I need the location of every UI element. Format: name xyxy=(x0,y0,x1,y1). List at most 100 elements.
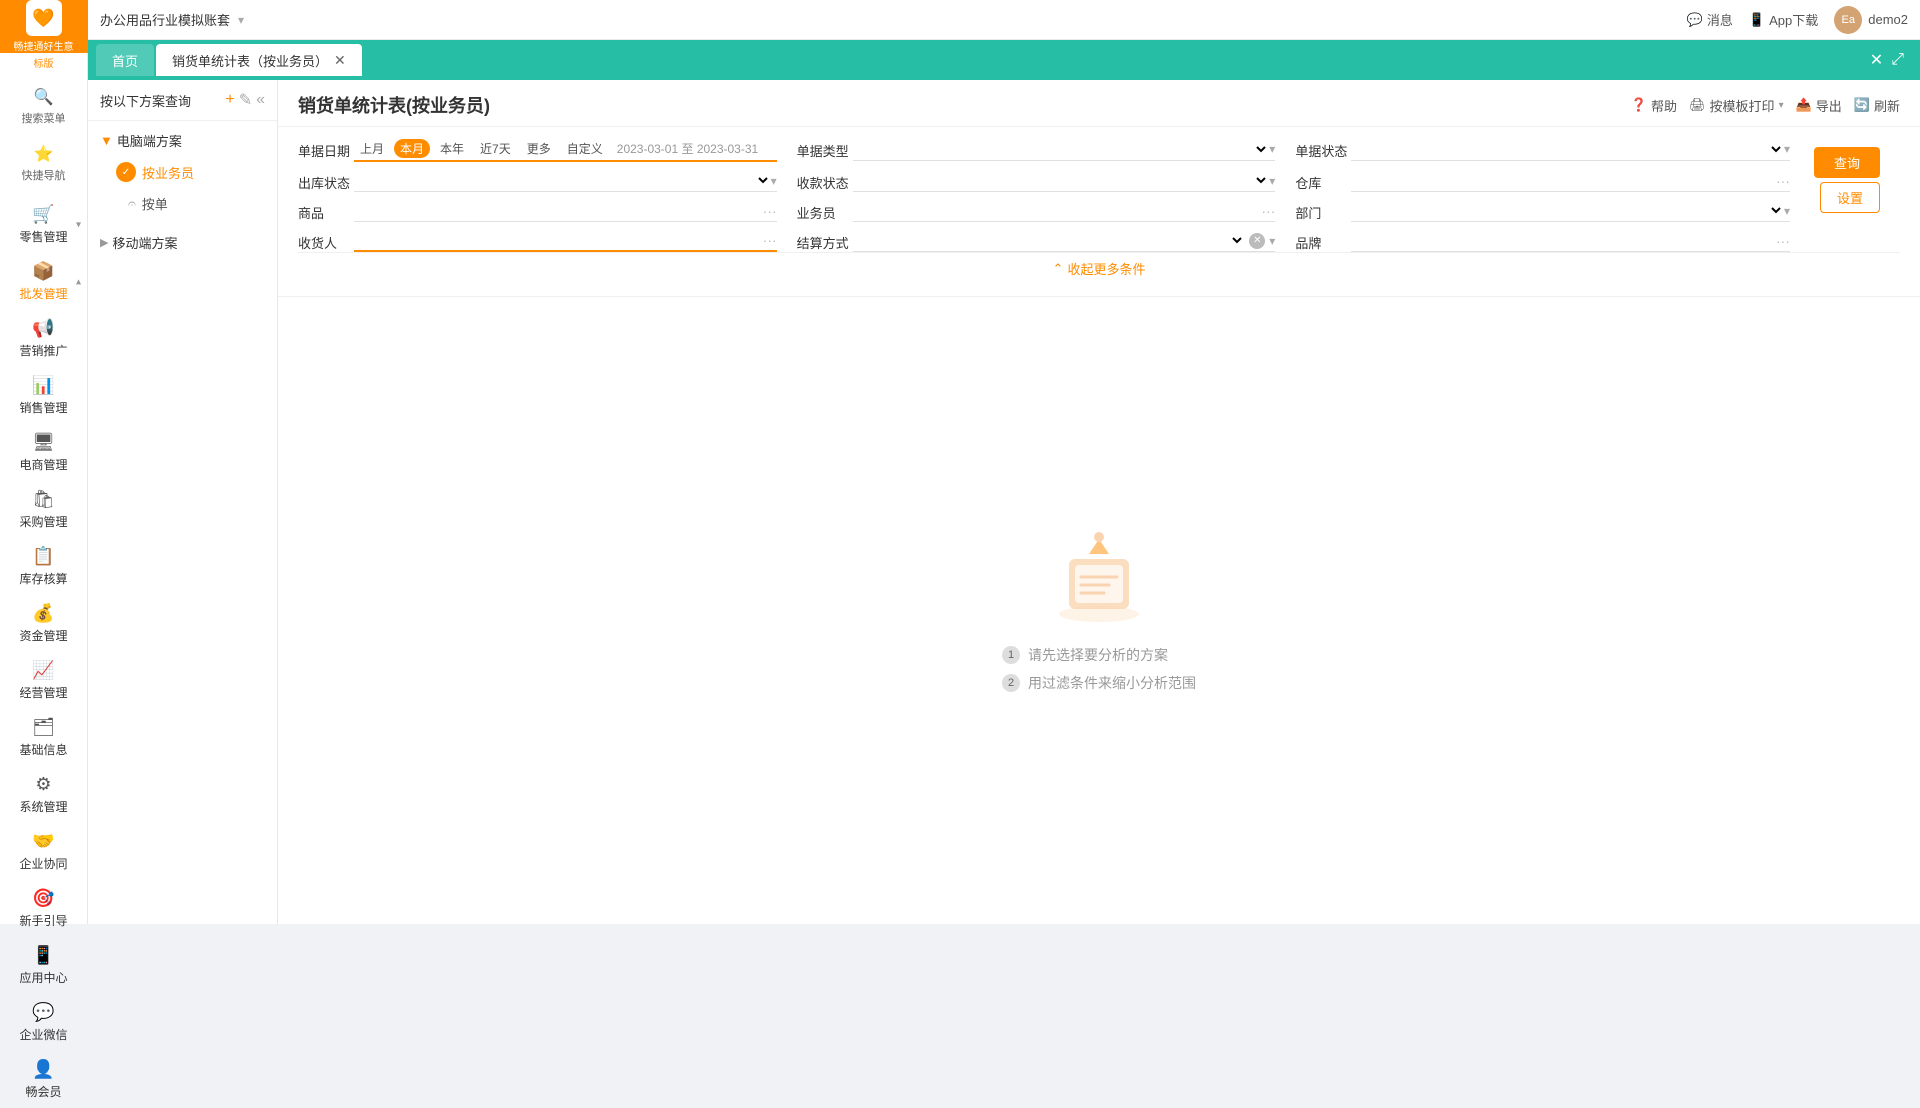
scheme-collapse-icon[interactable]: « xyxy=(256,91,265,109)
sales-stats-tab-label: 销货单统计表（按业务员） xyxy=(172,51,328,70)
sidebar-item-sales[interactable]: 📊 销售管理 xyxy=(0,367,87,424)
empty-tips: 1 请先选择要分析的方案 2 用过滤条件来缩小分析范围 xyxy=(1002,645,1196,693)
out-status-arrow: ▾ xyxy=(771,174,777,188)
sidebar-item-guide[interactable]: 🎯 新手引导 xyxy=(0,880,87,937)
warehouse-dots[interactable]: ··· xyxy=(1776,173,1790,189)
scheme-edit-icon[interactable]: ✎ xyxy=(239,90,252,110)
receiver-dots[interactable]: ··· xyxy=(763,232,777,248)
sidebar-item-basic[interactable]: 🗂 基础信息 xyxy=(0,709,87,766)
order-status-field: ▾ xyxy=(1351,141,1790,161)
filter-cell-date: 单据日期 上月 本月 本年 近7天 更多 自定义 xyxy=(298,139,797,162)
user-profile[interactable]: Ea demo2 xyxy=(1834,6,1908,34)
print-btn[interactable]: 🖨 按模板打印 ▾ xyxy=(1689,96,1784,115)
help-btn[interactable]: ❓ 帮助 xyxy=(1631,96,1677,115)
order-type-select[interactable] xyxy=(853,141,1270,158)
pay-status-select[interactable] xyxy=(853,172,1270,189)
sidebar-item-inventory[interactable]: 📋 库存核算 xyxy=(0,538,87,595)
tab-expand-icon[interactable]: ⤢ xyxy=(1891,51,1904,69)
tab-close-icon[interactable]: ✕ xyxy=(334,52,346,69)
goods-input[interactable] xyxy=(354,203,763,218)
filter-cell-out-status: 出库状态 ▾ xyxy=(298,172,797,192)
brand-dots[interactable]: ··· xyxy=(1776,233,1790,249)
scheme-item-by-order[interactable]: 𝄐 按单 xyxy=(88,188,277,219)
app-download-label: App下载 xyxy=(1769,10,1818,29)
order-status-select[interactable] xyxy=(1351,141,1784,158)
scheme-sub-icon: 𝄐 xyxy=(128,195,136,212)
salesperson-dots[interactable]: ··· xyxy=(1261,203,1275,219)
scheme-add-icon[interactable]: + xyxy=(225,91,234,109)
print-dropdown-icon: ▾ xyxy=(1779,100,1784,111)
message-btn[interactable]: 💬 消息 xyxy=(1687,10,1733,29)
out-status-label: 出库状态 xyxy=(298,173,354,192)
brand-field: ··· xyxy=(1351,233,1790,252)
sidebar-item-label16: 畅会员 xyxy=(25,1083,61,1100)
sidebar-quick-nav[interactable]: ⭐ 快捷导航 xyxy=(0,136,87,188)
home-tab-label: 首页 xyxy=(112,51,138,70)
sidebar-item-wholesale[interactable]: 📦 批发管理 ▴ xyxy=(0,253,87,310)
settle-select[interactable] xyxy=(853,232,1246,249)
sidebar-item-corp[interactable]: 🤝 企业协同 xyxy=(0,823,87,880)
date-tab-more[interactable]: 更多 xyxy=(521,139,557,158)
goods-dots[interactable]: ··· xyxy=(763,203,777,219)
dept-arrow: ▾ xyxy=(1784,204,1790,218)
sidebar-item-operation[interactable]: 📈 经营管理 xyxy=(0,652,87,709)
sidebar-item-marketing[interactable]: 📢 营销推广 xyxy=(0,310,87,367)
tab-home[interactable]: 首页 xyxy=(96,44,154,76)
settings-button[interactable]: 设置 xyxy=(1820,182,1880,213)
guide-icon: 🎯 xyxy=(32,888,54,909)
tab-close-all-icon[interactable]: ✕ xyxy=(1870,50,1883,70)
filter-cell-order-type: 单据类型 ▾ xyxy=(797,139,1296,162)
pay-status-arrow: ▾ xyxy=(1269,174,1275,188)
warehouse-input[interactable] xyxy=(1351,173,1776,188)
sidebar-item-finance[interactable]: 💰 资金管理 xyxy=(0,595,87,652)
scheme-group-pc-title[interactable]: ▼ 电脑端方案 xyxy=(88,125,277,156)
message-label: 消息 xyxy=(1707,10,1733,29)
query-title: 销货单统计表(按业务员) xyxy=(298,92,490,118)
settle-clear-btn[interactable]: ✕ xyxy=(1249,233,1265,249)
breadcrumb-dropdown[interactable]: ▾ xyxy=(238,13,244,27)
pay-status-field: ▾ xyxy=(853,172,1276,192)
search-icon: 🔍 xyxy=(34,87,54,107)
sidebar-item-label12: 企业协同 xyxy=(19,855,67,872)
date-tab-custom[interactable]: 自定义 xyxy=(561,139,609,158)
tabs-actions: ✕ ⤢ xyxy=(1870,50,1912,70)
sidebar-item-appcenter[interactable]: 📱 应用中心 xyxy=(0,937,87,994)
export-btn[interactable]: 📤 导出 xyxy=(1796,96,1842,115)
collapse-bar[interactable]: ⌃ 收起更多条件 xyxy=(298,252,1900,284)
date-tab-7days[interactable]: 近7天 xyxy=(474,139,517,158)
refresh-btn[interactable]: 🔄 刷新 xyxy=(1854,96,1900,115)
filter-row-2: 出库状态 ▾ 收款状态 ▾ xyxy=(298,172,1794,192)
filter-cell-salesperson: 业务员 ··· xyxy=(797,202,1296,222)
sidebar-item-retail[interactable]: 🛒 零售管理 ▾ xyxy=(0,196,87,253)
app-download-btn[interactable]: 📱 App下载 xyxy=(1749,10,1818,29)
scheme-group-mobile-title[interactable]: ▶ 移动端方案 xyxy=(88,227,277,258)
sidebar-item-purchase[interactable]: 🛍 采购管理 xyxy=(0,481,87,538)
sidebar-item-label15: 企业微信 xyxy=(19,1026,67,1043)
date-tab-current-month[interactable]: 本月 xyxy=(394,139,430,158)
out-status-select[interactable] xyxy=(354,172,771,189)
date-range-text: 2023-03-01 至 2023-03-31 xyxy=(617,140,758,157)
sidebar-item-system[interactable]: ⚙ 系统管理 xyxy=(0,766,87,823)
app-subtitle: 标版 xyxy=(34,53,54,74)
filter-cell-pay-status: 收款状态 ▾ xyxy=(797,172,1296,192)
warehouse-field: ··· xyxy=(1351,173,1790,192)
date-tab-current-year[interactable]: 本年 xyxy=(434,139,470,158)
tip-num-1: 1 xyxy=(1002,646,1020,664)
sidebar-item-wechat[interactable]: 💬 企业微信 xyxy=(0,994,87,1051)
salesperson-input[interactable] xyxy=(853,203,1262,218)
filter-cell-order-status: 单据状态 ▾ xyxy=(1295,139,1794,162)
dept-label: 部门 xyxy=(1295,203,1351,222)
query-button[interactable]: 查询 xyxy=(1814,147,1880,178)
order-type-field: ▾ xyxy=(853,141,1276,161)
scheme-item-by-salesperson[interactable]: ✓ 按业务员 xyxy=(88,156,277,188)
tab-sales-stats[interactable]: 销货单统计表（按业务员） ✕ xyxy=(156,44,362,76)
sidebar-item-label4: 销售管理 xyxy=(19,399,67,416)
dept-select[interactable] xyxy=(1351,202,1784,219)
sidebar-item-member[interactable]: 👤 畅会员 xyxy=(0,1051,87,1108)
receiver-input[interactable] xyxy=(354,233,763,248)
brand-input[interactable] xyxy=(1351,233,1776,248)
sidebar-search[interactable]: 🔍 搜索菜单 xyxy=(0,74,87,136)
date-tab-last-month[interactable]: 上月 xyxy=(354,139,390,158)
sidebar-item-ecommerce[interactable]: 🖥 电商管理 xyxy=(0,424,87,481)
tip-num-2: 2 xyxy=(1002,674,1020,692)
